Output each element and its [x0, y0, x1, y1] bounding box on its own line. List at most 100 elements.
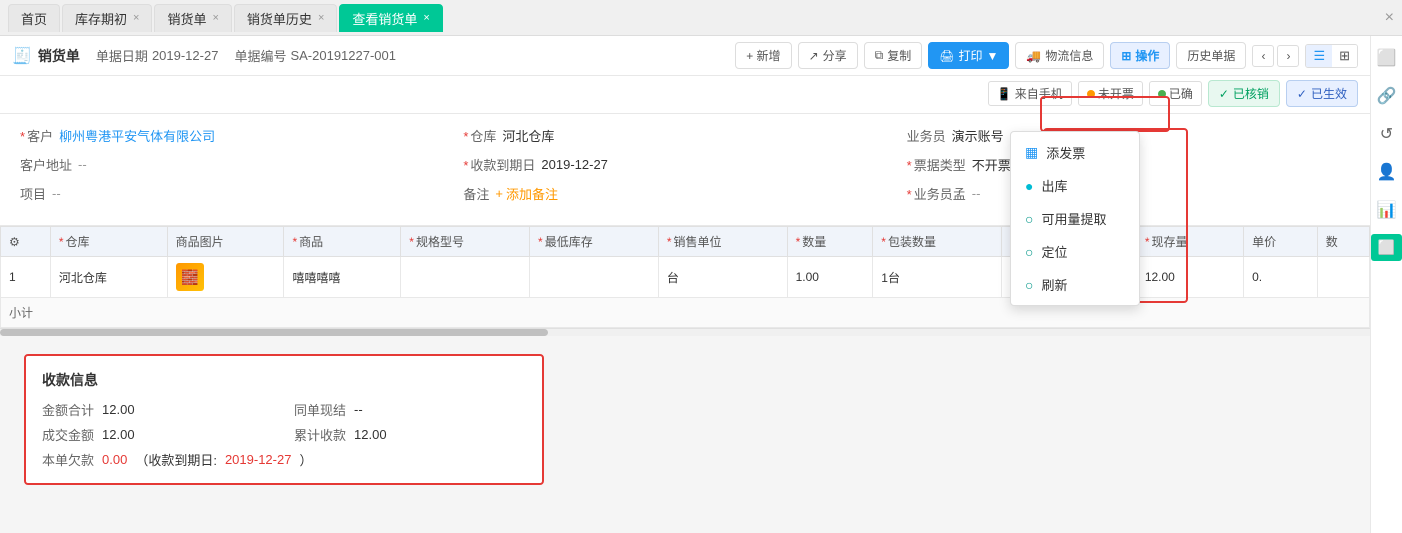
- th-min-stock: *最低库存: [530, 227, 659, 257]
- form-row-1: *客户 柳州粤港平安气体有限公司 *仓库 河北仓库 业务员 演示账号: [20, 126, 1350, 145]
- history-button[interactable]: 历史单据: [1176, 42, 1246, 69]
- list-view-button[interactable]: ☰: [1306, 45, 1332, 67]
- payment-date-label: *收款到期日: [463, 155, 535, 174]
- from-phone-button[interactable]: 📱 来自手机: [988, 81, 1072, 106]
- salesperson-value: 演示账号: [952, 126, 1004, 145]
- tab-sales-history[interactable]: 销货单历史 ×: [234, 4, 337, 32]
- number-value: SA-20191227-001: [290, 48, 396, 63]
- tab-inventory-close[interactable]: ×: [133, 12, 139, 24]
- th-qty: *数量: [787, 227, 873, 257]
- th-gear: ⚙: [1, 227, 51, 257]
- tab-home[interactable]: 首页: [8, 4, 60, 32]
- copy-button[interactable]: ⧉ 复制: [864, 42, 923, 69]
- right-icon-3[interactable]: ↺: [1376, 120, 1397, 148]
- dropdown-item-add-invoice[interactable]: ▦ 添发票: [1011, 136, 1139, 169]
- product-thumbnail: 🧱: [176, 263, 204, 291]
- payment-info-box: 收款信息 金额合计 12.00 同单现结 -- 成交金额 12.00: [24, 354, 544, 485]
- operate-icon: ⊞: [1121, 49, 1131, 63]
- right-icon-2[interactable]: 🔗: [1373, 82, 1401, 110]
- deal-value: 12.00: [102, 427, 135, 442]
- project-label: 项目: [20, 184, 46, 203]
- right-icon-5[interactable]: 📊: [1373, 196, 1401, 224]
- dropdown-item-available-qty[interactable]: ○ 可用量提取: [1011, 202, 1139, 235]
- effective-icon: ✓: [1297, 87, 1307, 101]
- print-button[interactable]: 🖨 打印 ▼: [928, 42, 1009, 69]
- warehouse-value: 河北仓库: [502, 126, 554, 145]
- subtotal-cell: 小计: [1, 298, 1370, 328]
- main-toolbar: 🧾 销货单 单据日期 2019-12-27 单据编号 SA-20191227-0…: [0, 36, 1370, 76]
- number-label: 单据编号: [234, 46, 286, 65]
- refresh-icon: ○: [1025, 277, 1033, 293]
- cell-image: 🧱: [167, 257, 284, 298]
- orange-dot-icon: [1087, 90, 1095, 98]
- tab-view-sales[interactable]: 查看销货单 ×: [339, 4, 442, 32]
- prev-page-button[interactable]: ‹: [1252, 45, 1274, 67]
- doc-title-section: 🧾 销货单: [12, 46, 80, 66]
- right-icon-4[interactable]: 👤: [1373, 158, 1401, 186]
- payment-date-value: 2019-12-27: [541, 157, 608, 172]
- copy-icon: ⧉: [875, 48, 884, 63]
- dropdown-item-refresh[interactable]: ○ 刷新: [1011, 268, 1139, 301]
- warehouse-field: *仓库 河北仓库: [463, 126, 906, 145]
- tab-view-sales-close[interactable]: ×: [423, 12, 429, 24]
- tab-sales-close[interactable]: ×: [212, 12, 218, 24]
- next-page-button[interactable]: ›: [1277, 45, 1299, 67]
- right-panel: ⬜ 🔗 ↺ 👤 📊 ⬜: [1370, 36, 1402, 533]
- horizontal-scrollbar[interactable]: [0, 328, 1370, 336]
- scrollbar-thumb: [0, 329, 548, 336]
- tab-inventory[interactable]: 库存期初 ×: [62, 4, 152, 32]
- address-field: 客户地址 --: [20, 155, 463, 174]
- note-field: 备注 + 添加备注: [463, 184, 906, 203]
- tab-sales-history-label: 销货单历史: [247, 9, 312, 28]
- tab-sales[interactable]: 销货单 ×: [154, 4, 231, 32]
- deal-row: 成交金额 12.00: [42, 425, 274, 444]
- arrears-date: 2019-12-27: [225, 452, 292, 467]
- same-order-value: --: [354, 402, 363, 417]
- customer-label: *客户: [20, 126, 53, 145]
- print-dropdown-arrow: ▼: [986, 49, 998, 63]
- table-row: 1 河北仓库 🧱 嘻嘻嘻嘻 台 1.00 1台 12.00 0.: [1, 257, 1370, 298]
- dropdown-item-outbound[interactable]: ● 出库: [1011, 169, 1139, 202]
- customer-value[interactable]: 柳州粤港平安气体有限公司: [59, 126, 215, 145]
- total-value: 12.00: [102, 402, 135, 417]
- table-header-row: ⚙ *仓库 商品图片 *商品 *规格型号 *最低库存 *销售单位 *数量 *包装…: [1, 227, 1370, 257]
- right-icon-1[interactable]: ⬜: [1373, 44, 1401, 72]
- operate-button[interactable]: ⊞ 操作: [1110, 42, 1170, 69]
- tab-home-label: 首页: [21, 9, 47, 28]
- project-value: --: [52, 186, 61, 201]
- new-button[interactable]: + 新增: [735, 42, 791, 69]
- staff-value: --: [972, 186, 981, 201]
- cell-min-stock: [530, 257, 659, 298]
- date-value: 2019-12-27: [152, 48, 219, 63]
- th-price: 单价: [1244, 227, 1318, 257]
- arrears-row: 本单欠款 0.00 （收款到期日: 2019-12-27 ）: [42, 450, 526, 469]
- secondary-toolbar: 📱 来自手机 未开票 已确 ✓ 已核销 ✓ 已生效: [0, 76, 1370, 114]
- plus-icon: +: [495, 186, 503, 201]
- add-invoice-icon: ▦: [1025, 144, 1038, 161]
- logistics-icon: 🚚: [1026, 49, 1041, 63]
- product-table-wrap: ⚙ *仓库 商品图片 *商品 *规格型号 *最低库存 *销售单位 *数量 *包装…: [0, 226, 1370, 328]
- dropdown-item-locate[interactable]: ○ 定位: [1011, 235, 1139, 268]
- toolbar-actions: + 新增 ↗ 分享 ⧉ 复制 🖨 打印 ▼ 🚚 物流信息: [735, 42, 1358, 69]
- confirm-button[interactable]: 已确: [1149, 81, 1202, 106]
- add-note-button[interactable]: + 添加备注: [495, 184, 558, 203]
- effective-status[interactable]: ✓ 已生效: [1286, 80, 1358, 107]
- number-meta: 单据编号 SA-20191227-001: [234, 46, 396, 65]
- deal-label: 成交金额: [42, 425, 94, 444]
- not-open-button[interactable]: 未开票: [1078, 81, 1143, 106]
- logistics-button[interactable]: 🚚 物流信息: [1015, 42, 1104, 69]
- view-toggle: ☰ ⊞: [1305, 44, 1358, 68]
- right-icon-expand[interactable]: ⬜: [1371, 234, 1402, 261]
- page-arrows: ‹ ›: [1252, 45, 1299, 67]
- cumulative-value: 12.00: [354, 427, 387, 442]
- arrears-note-end: ）: [299, 450, 312, 469]
- share-button[interactable]: ↗ 分享: [798, 42, 858, 69]
- cell-spec: [401, 257, 530, 298]
- window-close-button[interactable]: ×: [1385, 9, 1394, 27]
- tab-sales-history-close[interactable]: ×: [318, 12, 324, 24]
- cancelled-status[interactable]: ✓ 已核销: [1208, 80, 1280, 107]
- grid-view-button[interactable]: ⊞: [1332, 45, 1357, 67]
- ticket-type-label: *票据类型: [907, 155, 966, 174]
- cell-index: 1: [1, 257, 51, 298]
- payment-info-grid: 金额合计 12.00 同单现结 -- 成交金额 12.00 累计收款 12.00: [42, 400, 526, 469]
